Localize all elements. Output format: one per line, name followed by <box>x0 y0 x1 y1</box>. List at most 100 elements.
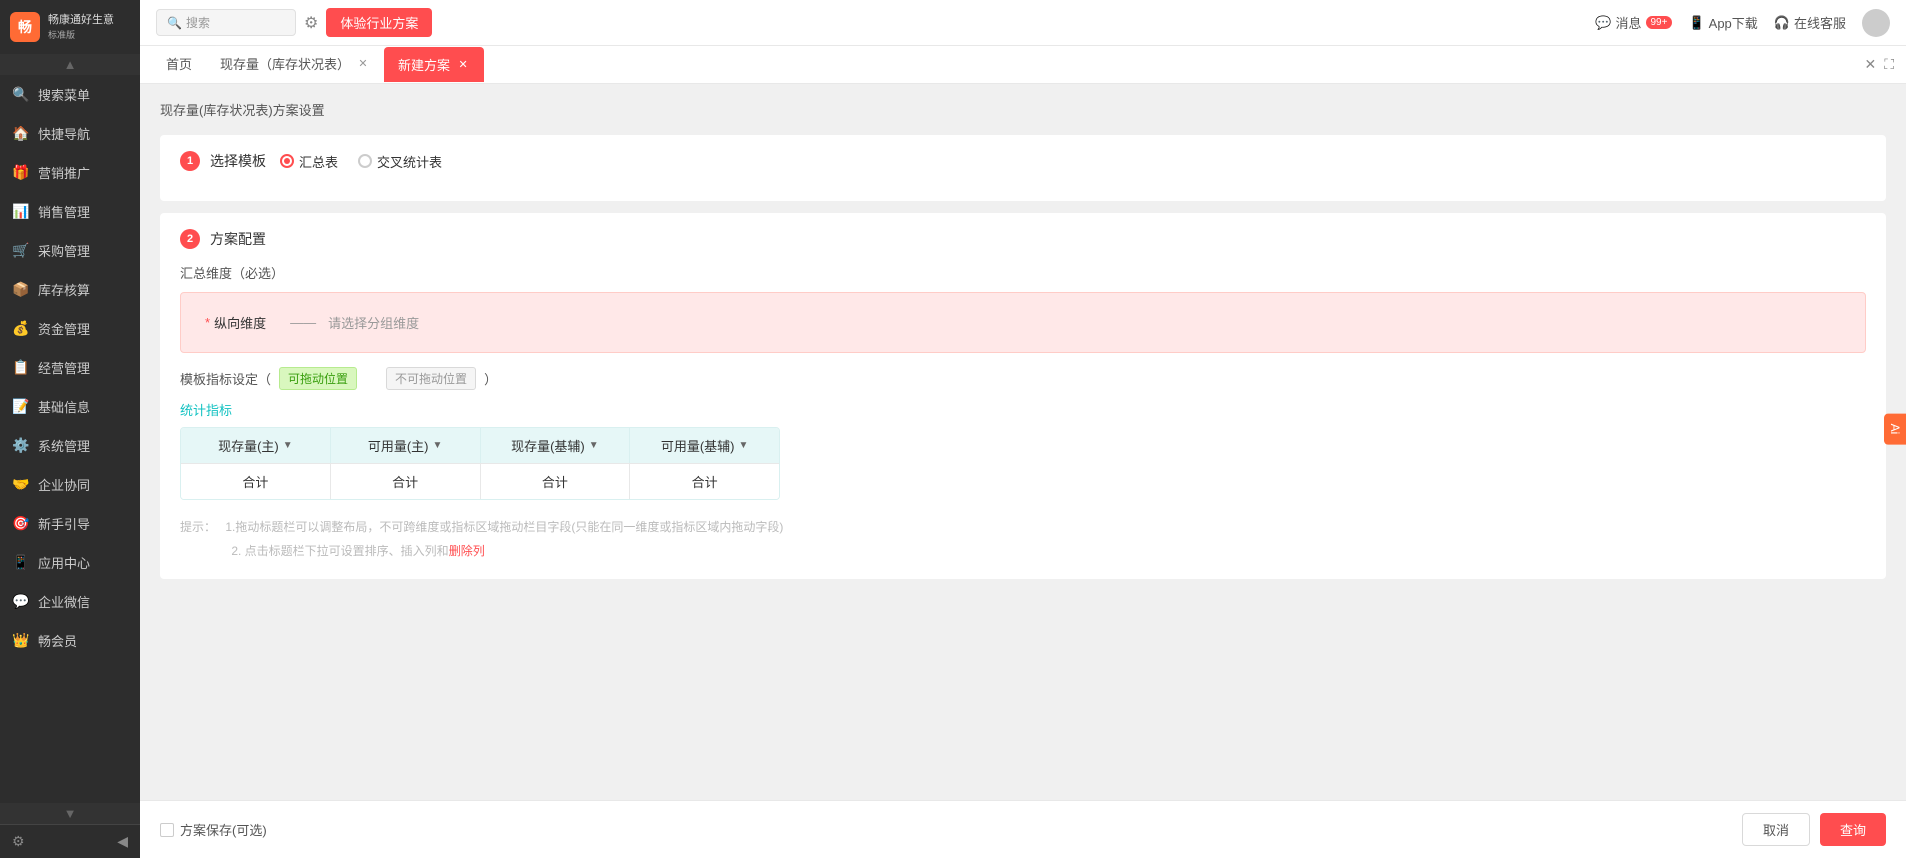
header-left: 🔍 搜索 ⚙ 体验行业方案 <box>156 8 432 37</box>
management-icon: 📋 <box>12 359 30 376</box>
tab-inventory-status[interactable]: 现存量（库存状况表） ✕ <box>206 46 384 83</box>
user-avatar[interactable] <box>1862 9 1890 37</box>
save-scheme-checkbox-box[interactable] <box>160 823 174 837</box>
col-chevron-0: ▼ <box>283 440 293 451</box>
col-header-3[interactable]: 可用量(基辅) ▼ <box>630 428 779 463</box>
sidebar-item-shortcut[interactable]: 🏠 快捷导航 <box>0 114 140 153</box>
sidebar: 畅 畅康通好生意 标准版 ▲ 🔍 搜索菜单 🏠 快捷导航 🎁 营销推广 📊 销售… <box>0 0 140 858</box>
query-button[interactable]: 查询 <box>1820 813 1886 846</box>
sidebar-item-label: 快捷导航 <box>38 124 90 143</box>
tab-new-label: 新建方案 <box>398 55 450 74</box>
tip-1: 提示： 1.拖动标题栏可以调整布局，不可跨维度或指标区域拖动栏目字段(只能在同一… <box>180 515 1866 539</box>
sidebar-item-newbie[interactable]: 🎯 新手引导 <box>0 504 140 543</box>
tips-section: 提示： 1.拖动标题栏可以调整布局，不可跨维度或指标区域拖动栏目字段(只能在同一… <box>180 515 1866 563</box>
sidebar-item-wechat[interactable]: 💬 企业微信 <box>0 582 140 621</box>
sidebar-item-corp[interactable]: 🤝 企业协同 <box>0 465 140 504</box>
content-area: 现存量(库存状况表)方案设置 1 选择模板 汇总表 交叉统计表 <box>140 84 1906 800</box>
table-header-row: 现存量(主) ▼ 可用量(主) ▼ 现存量(基辅) ▼ 可用量(基辅) ▼ <box>181 428 779 463</box>
sidebar-item-inventory[interactable]: 📦 库存核算 <box>0 270 140 309</box>
bottom-bar: 方案保存(可选) 取消 查询 <box>140 800 1906 858</box>
radio-cross[interactable]: 交叉统计表 <box>358 152 442 171</box>
purchase-icon: 🛒 <box>12 242 30 259</box>
sales-icon: 📊 <box>12 203 30 220</box>
col-chevron-2: ▼ <box>589 440 599 451</box>
radio-summary-dot <box>280 154 294 168</box>
col-header-1[interactable]: 可用量(主) ▼ <box>331 428 481 463</box>
col-header-2[interactable]: 现存量(基辅) ▼ <box>481 428 631 463</box>
radio-summary-label: 汇总表 <box>299 152 338 171</box>
tab-expand-controls: ✕ ⛶ <box>1864 56 1894 73</box>
corp-icon: 🤝 <box>12 476 30 493</box>
radio-cross-label: 交叉统计表 <box>377 152 442 171</box>
table-data-row: 合计 合计 合计 合计 <box>181 463 779 499</box>
stats-table: 现存量(主) ▼ 可用量(主) ▼ 现存量(基辅) ▼ 可用量(基辅) ▼ <box>180 427 780 500</box>
service-icon: 🎧 <box>1774 15 1790 31</box>
dimension-area[interactable]: * 纵向维度 —— 请选择分组维度 <box>180 292 1866 353</box>
sidebar-scroll-down[interactable]: ▼ <box>0 803 140 824</box>
required-mark: * <box>205 315 210 330</box>
sidebar-item-label: 营销推广 <box>38 163 90 182</box>
sidebar-item-purchase[interactable]: 🛒 采购管理 <box>0 231 140 270</box>
tab-home-label: 首页 <box>166 54 192 73</box>
tab-close-all-icon[interactable]: ✕ <box>1864 56 1876 73</box>
message-label: 消息 <box>1615 13 1641 32</box>
col-label-0: 现存量(主) <box>218 436 279 455</box>
sidebar-item-label: 新手引导 <box>38 514 90 533</box>
step2-badge: 2 <box>180 229 200 249</box>
finance-icon: 💰 <box>12 320 30 337</box>
indicator-fixed-badge: 不可拖动位置 <box>386 367 476 390</box>
cancel-button[interactable]: 取消 <box>1742 813 1810 846</box>
header-settings-icon[interactable]: ⚙ <box>304 13 318 33</box>
home-icon: 🏠 <box>12 125 30 142</box>
template-radio-group: 汇总表 交叉统计表 <box>280 152 442 171</box>
online-service-button[interactable]: 🎧 在线客服 <box>1774 13 1846 32</box>
tab-new-scheme[interactable]: 新建方案 ✕ <box>384 47 484 82</box>
stats-label: 统计指标 <box>180 400 1866 419</box>
sidebar-item-basic[interactable]: 📝 基础信息 <box>0 387 140 426</box>
sidebar-item-system[interactable]: ⚙️ 系统管理 <box>0 426 140 465</box>
inventory-icon: 📦 <box>12 281 30 298</box>
col-chevron-1: ▼ <box>433 440 443 451</box>
sidebar-item-label: 企业协同 <box>38 475 90 494</box>
col-header-0[interactable]: 现存量(主) ▼ <box>181 428 331 463</box>
step1-card: 1 选择模板 汇总表 交叉统计表 <box>160 135 1886 201</box>
sidebar-item-label: 销售管理 <box>38 202 90 221</box>
tab-expand-icon[interactable]: ⛶ <box>1884 56 1894 73</box>
save-scheme-checkbox[interactable]: 方案保存(可选) <box>160 820 267 839</box>
sidebar-item-management[interactable]: 📋 经营管理 <box>0 348 140 387</box>
ai-handle[interactable]: Ai <box>1884 414 1906 445</box>
cell-1: 合计 <box>331 463 481 499</box>
app-download-button[interactable]: 📱 App下载 <box>1688 13 1757 32</box>
sidebar-item-search[interactable]: 🔍 搜索菜单 <box>0 75 140 114</box>
message-button[interactable]: 💬 消息 99+ <box>1595 13 1672 32</box>
sidebar-logo-text-group: 畅康通好生意 标准版 <box>48 13 114 41</box>
tab-home[interactable]: 首页 <box>152 46 206 83</box>
settings-footer-icon[interactable]: ⚙ <box>12 833 25 850</box>
sidebar-scroll-up[interactable]: ▲ <box>0 54 140 75</box>
sidebar-item-finance[interactable]: 💰 资金管理 <box>0 309 140 348</box>
tip-delete-link[interactable]: 删除列 <box>449 544 485 558</box>
sidebar-item-label: 企业微信 <box>38 592 90 611</box>
gift-icon: 🎁 <box>12 164 30 181</box>
sidebar-item-label: 畅会员 <box>38 631 77 650</box>
header-search-box[interactable]: 🔍 搜索 <box>156 9 296 36</box>
tab-new-close-icon[interactable]: ✕ <box>456 58 470 72</box>
col-label-3: 可用量(基辅) <box>661 436 735 455</box>
sidebar-item-marketing[interactable]: 🎁 营销推广 <box>0 153 140 192</box>
sidebar-item-label: 基础信息 <box>38 397 90 416</box>
sidebar-item-apps[interactable]: 📱 应用中心 <box>0 543 140 582</box>
collapse-sidebar-icon[interactable]: ◀ <box>117 833 128 850</box>
service-label: 在线客服 <box>1794 13 1846 32</box>
tip-2: 2. 点击标题栏下拉可设置排序、插入列和删除列 <box>180 539 1866 563</box>
trial-button[interactable]: 体验行业方案 <box>326 8 432 37</box>
tab-inventory-close-icon[interactable]: ✕ <box>356 57 370 71</box>
app-name: 畅康通好生意 <box>48 13 114 28</box>
sidebar-item-sales[interactable]: 📊 销售管理 <box>0 192 140 231</box>
step2-header: 2 方案配置 <box>180 229 1866 249</box>
newbie-icon: 🎯 <box>12 515 30 532</box>
cell-3: 合计 <box>630 463 779 499</box>
sidebar-item-label: 应用中心 <box>38 553 90 572</box>
radio-summary[interactable]: 汇总表 <box>280 152 338 171</box>
step2-title: 方案配置 <box>210 229 266 249</box>
sidebar-item-member[interactable]: 👑 畅会员 <box>0 621 140 660</box>
